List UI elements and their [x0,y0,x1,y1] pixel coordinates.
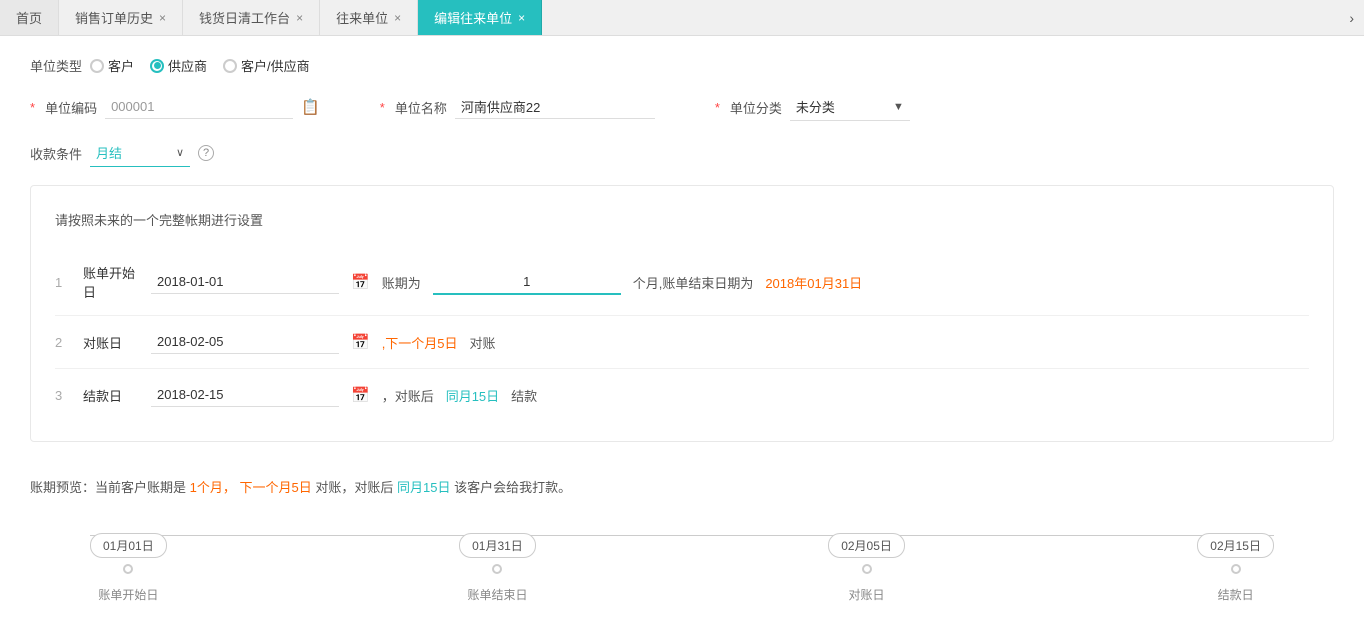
period-row-2-middle: ,下一个月5日 [382,333,458,352]
unit-name-field: * 单位名称 [380,95,655,119]
period-row-3: 3 结款日 📅 ，对账后 同月15日 结款 [55,369,1309,421]
period-row-2-date[interactable] [151,330,339,354]
period-row-3-prefix: ，对账后 [382,386,434,405]
radio-supplier[interactable]: 供应商 [150,56,207,75]
unit-info-row: * 单位编码 📋 * 单位名称 * 单位分类 未分类 ▼ [30,93,1334,121]
preview-part3: 对账，对账后 [315,480,393,495]
payment-terms-arrow: ∨ [176,146,184,159]
radio-group-unit-type: 客户 供应商 客户/供应商 [90,56,310,75]
timeline-label-4: 结款日 [1218,586,1254,603]
timeline-circle-2 [492,564,502,574]
unit-category-required: * [715,100,720,115]
timeline-label-2: 账单结束日 [467,586,527,603]
period-row-2-label: 对账日 [83,333,139,352]
unit-name-required: * [380,100,385,115]
preview-section: 账期预览：当前客户账期是 1个月， 下一个月5日 对账，对账后 同月15日 该客… [30,462,1334,499]
preview-text: 账期预览：当前客户账期是 1个月， 下一个月5日 对账，对账后 同月15日 该客… [30,476,1334,499]
close-tab-cash-daily[interactable]: × [296,12,303,24]
period-row-1-num: 1 [55,275,71,290]
period-row-1-cal[interactable]: 📅 [351,273,370,291]
unit-type-row: 单位类型 客户 供应商 客户/供应商 [30,56,1334,75]
radio-customer[interactable]: 客户 [90,56,134,75]
timeline-circle-1 [123,564,133,574]
close-tab-partner-units[interactable]: × [394,12,401,24]
timeline-dots: 01月01日 账单开始日 01月31日 账单结束日 02月05日 对账日 02月… [30,533,1334,603]
period-row-3-num: 3 [55,388,71,403]
preview-part4: 同月15日 [397,480,450,495]
payment-terms-dropdown[interactable]: 月结 ∨ [90,139,190,167]
period-row-3-cal[interactable]: 📅 [351,386,370,404]
radio-circle-customer-supplier [223,59,237,73]
unit-category-field: * 单位分类 未分类 ▼ [715,93,910,121]
period-row-2-cal[interactable]: 📅 [351,333,370,351]
payment-terms-field: 收款条件 月结 ∨ ? [30,139,214,167]
radio-customer-supplier[interactable]: 客户/供应商 [223,56,310,75]
period-row-1-mid: 账期为 [382,273,421,292]
timeline-point-2: 01月31日 账单结束日 [459,533,536,603]
period-row-2: 2 对账日 📅 ,下一个月5日 对账 [55,316,1309,369]
unit-name-input[interactable] [455,95,655,119]
unit-code-icon[interactable]: 📋 [301,98,320,116]
period-row-1-suffix-before: 个月,账单结束日期为 [633,273,754,292]
main-content: 单位类型 客户 供应商 客户/供应商 [0,36,1364,643]
preview-part2: 下一个月5日 [240,480,312,495]
preview-part1: 1个月， [190,480,236,495]
period-row-2-suffix: 对账 [470,333,496,352]
unit-code-field: * 单位编码 📋 [30,95,320,119]
tab-partner-units[interactable]: 往来单位 × [320,0,418,35]
period-row-3-date[interactable] [151,383,339,407]
timeline-pill-1: 01月01日 [90,533,167,558]
unit-name-label: 单位名称 [395,98,447,117]
timeline-label-1: 账单开始日 [98,586,158,603]
unit-category-select[interactable]: 未分类 ▼ [790,93,910,121]
period-row-1-end-date: 2018年01月31日 [765,273,862,292]
close-tab-sales-history[interactable]: × [159,12,166,24]
radio-circle-supplier [150,59,164,73]
timeline-label-3: 对账日 [849,586,885,603]
period-card-title: 请按照未来的一个完整帐期进行设置 [55,210,1309,229]
unit-type-field: 单位类型 客户 供应商 客户/供应商 [30,56,310,75]
period-row-1-date[interactable] [151,270,339,294]
preview-label: 账期预览：当前客户账期是 [30,480,186,495]
tab-arrow[interactable]: › [1339,0,1364,35]
timeline: 01月01日 账单开始日 01月31日 账单结束日 02月05日 对账日 02月… [30,523,1334,623]
timeline-point-4: 02月15日 结款日 [1197,533,1274,603]
payment-terms-help-icon[interactable]: ? [198,145,214,161]
timeline-pill-4: 02月15日 [1197,533,1274,558]
unit-type-label: 单位类型 [30,56,82,75]
unit-code-input[interactable] [105,95,293,119]
tab-bar: 首页 销售订单历史 × 钱货日清工作台 × 往来单位 × 编辑往来单位 × › [0,0,1364,36]
tab-edit-partner[interactable]: 编辑往来单位 × [418,0,542,35]
radio-dot-supplier [154,62,161,69]
payment-terms-value: 月结 [96,143,172,162]
payment-terms-row: 收款条件 月结 ∨ ? [30,139,1334,167]
close-tab-edit-partner[interactable]: × [518,12,525,24]
preview-part5: 该客户会给我打款。 [454,480,571,495]
timeline-circle-3 [862,564,872,574]
timeline-point-3: 02月05日 对账日 [828,533,905,603]
timeline-circle-4 [1231,564,1241,574]
period-row-1-label: 账单开始日 [83,263,139,301]
period-card: 请按照未来的一个完整帐期进行设置 1 账单开始日 📅 账期为 个月,账单结束日期… [30,185,1334,442]
timeline-pill-2: 01月31日 [459,533,536,558]
payment-terms-label: 收款条件 [30,144,82,163]
period-row-3-middle: 同月15日 [446,386,499,405]
unit-category-arrow: ▼ [893,101,904,113]
period-row-1: 1 账单开始日 📅 账期为 个月,账单结束日期为 2018年01月31日 [55,249,1309,316]
timeline-pill-3: 02月05日 [828,533,905,558]
unit-code-label: 单位编码 [45,98,97,117]
period-row-3-suffix: 结款 [511,386,537,405]
timeline-point-1: 01月01日 账单开始日 [90,533,167,603]
tab-sales-history[interactable]: 销售订单历史 × [59,0,183,35]
radio-circle-customer [90,59,104,73]
period-month-input[interactable] [433,270,621,295]
period-row-3-label: 结款日 [83,386,139,405]
unit-category-label: 单位分类 [730,98,782,117]
period-row-2-num: 2 [55,335,71,350]
unit-category-value: 未分类 [796,97,889,116]
unit-code-required: * [30,100,35,115]
tab-home[interactable]: 首页 [0,0,59,35]
tab-cash-daily[interactable]: 钱货日清工作台 × [183,0,320,35]
